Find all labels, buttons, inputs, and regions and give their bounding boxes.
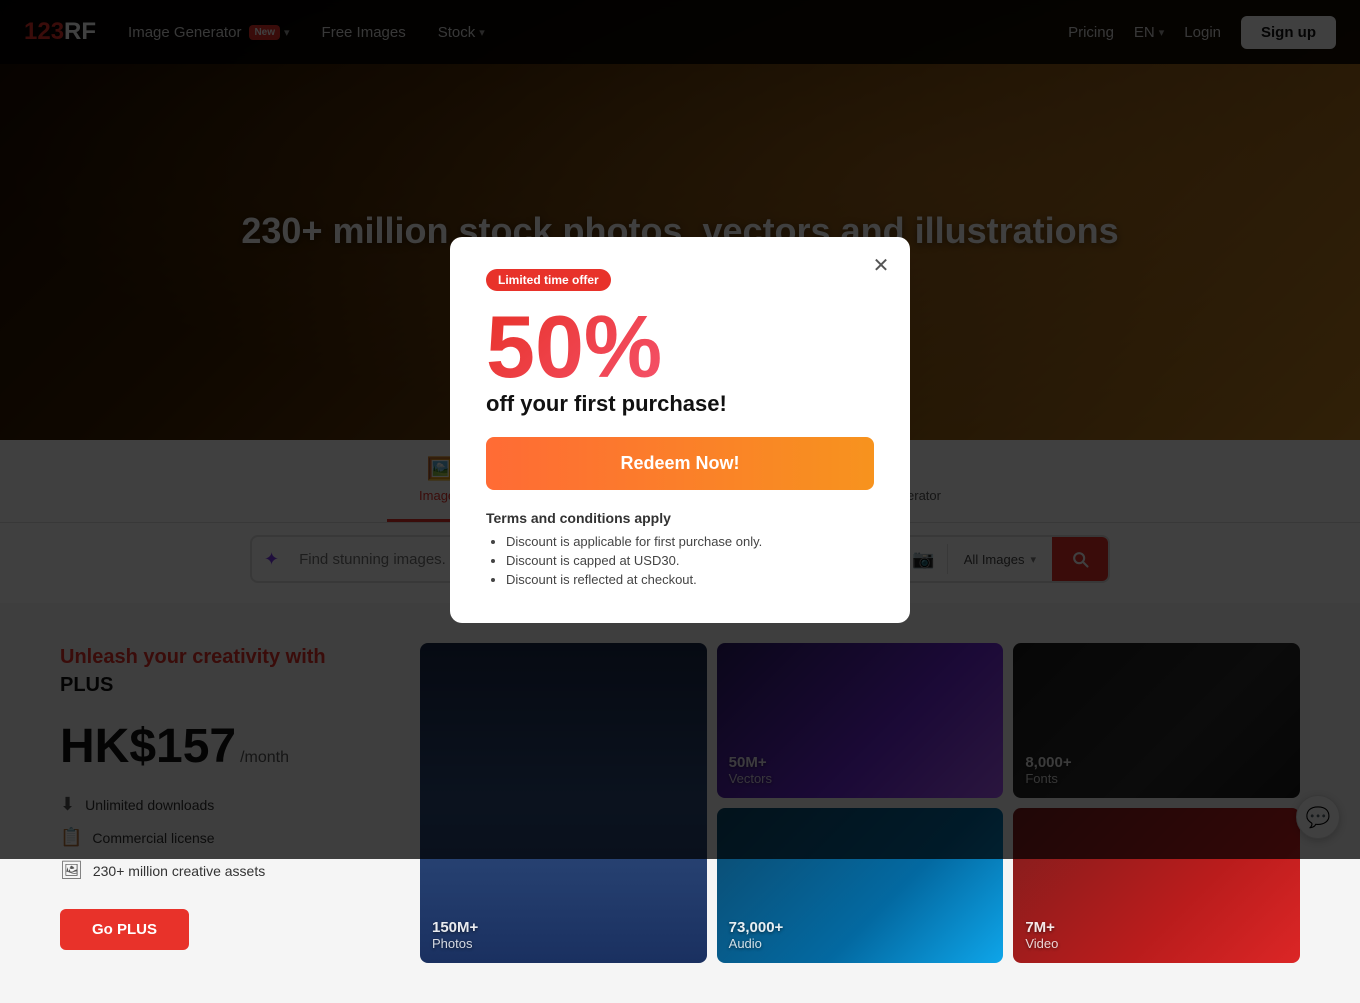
modal-term-item: Discount is capped at USD30. (506, 553, 874, 568)
feature-text: 230+ million creative assets (93, 863, 265, 879)
modal-subtitle: off your first purchase! (486, 391, 874, 417)
feature-item: 🖼 230+ million creative assets (60, 860, 380, 881)
grid-label-video: 7M+ Video (1025, 919, 1058, 951)
modal-term-item: Discount is reflected at checkout. (506, 572, 874, 587)
modal-cta-button[interactable]: Redeem Now! (486, 437, 874, 490)
modal-tag: Limited time offer (486, 269, 611, 291)
modal-overlay[interactable]: ✕ Limited time offer 50% off your first … (0, 0, 1360, 859)
promo-modal: ✕ Limited time offer 50% off your first … (450, 237, 910, 623)
feature-icon: 🖼 (60, 860, 83, 881)
modal-close-button[interactable]: ✕ (866, 251, 896, 281)
modal-terms-title: Terms and conditions apply (486, 510, 874, 526)
modal-percent: 50% (486, 303, 874, 391)
grid-label-photos: 150M+ Photos (432, 919, 478, 951)
modal-term-item: Discount is applicable for first purchas… (506, 534, 874, 549)
grid-label-audio: 73,000+ Audio (729, 919, 784, 951)
modal-terms-list: Discount is applicable for first purchas… (486, 534, 874, 587)
go-plus-button[interactable]: Go PLUS (60, 909, 189, 950)
